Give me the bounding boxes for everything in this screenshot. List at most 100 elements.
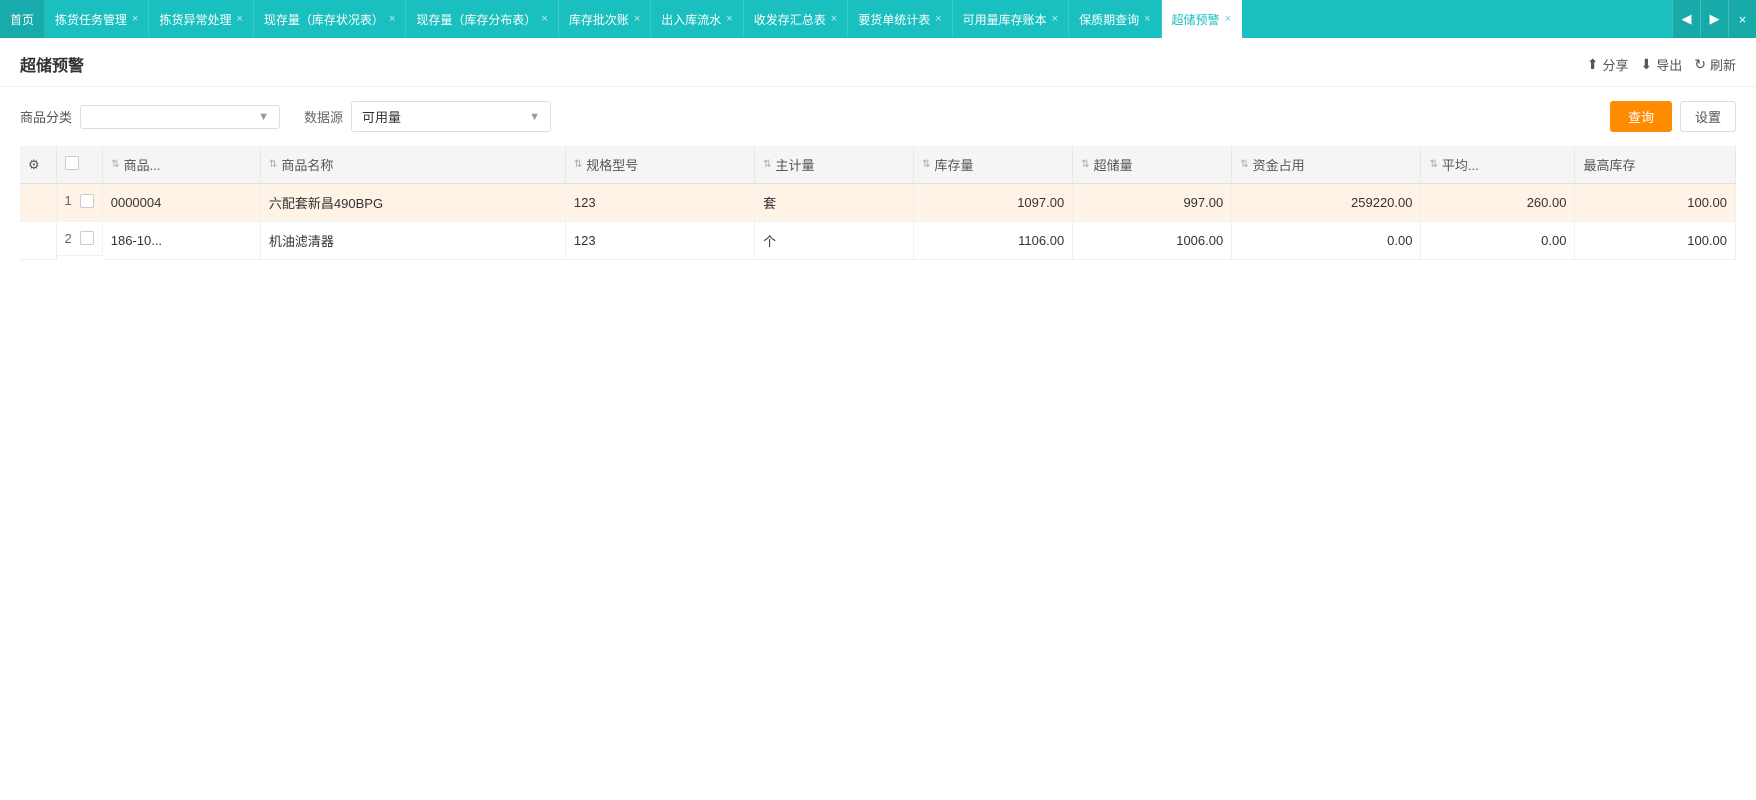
th-avg[interactable]: ⇅ 平均... (1421, 146, 1575, 184)
header-checkbox[interactable] (65, 156, 79, 170)
th-checkbox[interactable] (56, 146, 103, 184)
nav-item-label-available-account: 可用量库存账本 (963, 11, 1047, 28)
nav-arrows: ◀ ▶ × (1672, 0, 1756, 38)
nav-item-close-overstock-warning[interactable]: × (1225, 13, 1231, 25)
header-actions: ⬆ 分享 ⬇ 导出 ↻ 刷新 (1587, 55, 1736, 74)
nav-item-label-order-stats: 要货单统计表 (858, 11, 930, 28)
sort-icon-unit: ⇅ (763, 159, 771, 170)
th-overstock-label: 超储量 (1094, 155, 1133, 174)
th-spec[interactable]: ⇅ 规格型号 (565, 146, 754, 184)
th-unit-label: 主计量 (776, 155, 815, 174)
refresh-button[interactable]: ↻ 刷新 (1694, 55, 1736, 74)
nav-item-inventory-status[interactable]: 现存量（库存状况表） × (254, 0, 406, 38)
nav-item-in-out-flow[interactable]: 出入库流水 × (651, 0, 743, 38)
td-capital: 0.00 (1232, 222, 1421, 260)
row-action-cell (20, 222, 56, 260)
nav-item-batch-account[interactable]: 库存批次账 × (559, 0, 651, 38)
td-max-stock: 100.00 (1575, 184, 1736, 222)
th-stock-label: 库存量 (935, 155, 974, 174)
td-stock: 1097.00 (914, 184, 1073, 222)
th-spec-label: 规格型号 (586, 155, 638, 174)
th-capital-label: 资金占用 (1253, 155, 1305, 174)
settings-button[interactable]: 设置 (1680, 101, 1736, 132)
td-product-code: 186-10... (103, 222, 261, 260)
row-num-cell-1: 2 (57, 222, 103, 256)
nav-prev-button[interactable]: ◀ (1672, 0, 1700, 38)
th-avg-label: 平均... (1442, 155, 1479, 174)
th-product-code[interactable]: ⇅ 商品... (103, 146, 261, 184)
th-overstock[interactable]: ⇅ 超储量 (1073, 146, 1232, 184)
export-label: 导出 (1656, 55, 1682, 74)
nav-item-inventory-dist[interactable]: 现存量（库存分布表） × (406, 0, 558, 38)
row-number: 1 (65, 193, 72, 208)
page-header: 超储预警 ⬆ 分享 ⬇ 导出 ↻ 刷新 (0, 38, 1756, 87)
td-product-code: 0000004 (103, 184, 261, 222)
refresh-label: 刷新 (1710, 55, 1736, 74)
query-button[interactable]: 查询 (1610, 101, 1672, 132)
row-number: 2 (65, 231, 72, 246)
share-label: 分享 (1602, 55, 1628, 74)
filter-actions: 查询 设置 (1610, 101, 1736, 132)
nav-item-order-stats[interactable]: 要货单统计表 × (848, 0, 952, 38)
category-select[interactable]: ▼ (80, 105, 280, 129)
share-button[interactable]: ⬆ 分享 (1587, 55, 1629, 74)
nav-item-label-batch-account: 库存批次账 (569, 11, 629, 28)
nav-item-close-inventory-dist[interactable]: × (541, 13, 547, 25)
nav-item-label-in-out-flow: 出入库流水 (661, 11, 721, 28)
nav-item-exception[interactable]: 拣货异常处理 × (149, 0, 253, 38)
filter-area: 商品分类 ▼ 数据源 可用量 ▼ 查询 设置 (0, 87, 1756, 146)
td-unit: 套 (755, 184, 914, 222)
nav-item-close-receive-summary[interactable]: × (831, 13, 837, 25)
sort-icon-avg: ⇅ (1429, 159, 1437, 170)
nav-item-overstock-warning[interactable]: 超储预警 × (1162, 0, 1242, 38)
td-avg: 0.00 (1421, 222, 1575, 260)
nav-item-label-receive-summary: 收发存汇总表 (754, 11, 826, 28)
row-checkbox[interactable] (80, 194, 94, 208)
category-chevron-icon: ▼ (258, 111, 269, 123)
nav-item-label-inventory-status: 现存量（库存状况表） (264, 11, 384, 28)
th-max-stock: 最高库存 (1575, 146, 1736, 184)
nav-item-receive-summary[interactable]: 收发存汇总表 × (744, 0, 848, 38)
page-title: 超储预警 (20, 52, 84, 76)
nav-close-tab-button[interactable]: × (1728, 0, 1756, 38)
nav-item-quality-check[interactable]: 保质期查询 × (1069, 0, 1161, 38)
th-gear[interactable]: ⚙ (20, 146, 56, 184)
row-checkbox[interactable] (80, 231, 94, 245)
nav-item-close-in-out-flow[interactable]: × (726, 13, 732, 25)
datasource-select[interactable]: 可用量 ▼ (351, 101, 551, 132)
nav-item-available-account[interactable]: 可用量库存账本 × (953, 0, 1069, 38)
table-container: ⚙ ⇅ 商品... ⇅ 商品名称 (0, 146, 1756, 260)
td-product-name: 机油滤清器 (260, 222, 565, 260)
table-row: 2186-10...机油滤清器123个1106.001006.000.000.0… (20, 222, 1736, 260)
td-overstock: 1006.00 (1073, 222, 1232, 260)
nav-item-close-available-account[interactable]: × (1052, 13, 1058, 25)
td-overstock: 997.00 (1073, 184, 1232, 222)
nav-item-close-order-stats[interactable]: × (935, 13, 941, 25)
nav-item-close-inventory-status[interactable]: × (389, 13, 395, 25)
th-unit[interactable]: ⇅ 主计量 (755, 146, 914, 184)
category-label: 商品分类 (20, 107, 72, 126)
sort-icon-stock: ⇅ (922, 159, 930, 170)
nav-item-close-task-mgmt[interactable]: × (132, 13, 138, 25)
nav-next-button[interactable]: ▶ (1700, 0, 1728, 38)
td-unit: 个 (755, 222, 914, 260)
export-button[interactable]: ⬇ 导出 (1641, 55, 1683, 74)
refresh-icon: ↻ (1694, 56, 1706, 73)
gear-icon: ⚙ (28, 157, 40, 172)
nav-item-task-mgmt[interactable]: 拣货任务管理 × (45, 0, 149, 38)
table-row: 10000004六配套新昌490BPG123套1097.00997.002592… (20, 184, 1736, 222)
th-capital[interactable]: ⇅ 资金占用 (1232, 146, 1421, 184)
category-filter: 商品分类 ▼ (20, 105, 280, 129)
nav-item-close-quality-check[interactable]: × (1144, 13, 1150, 25)
nav-item-close-exception[interactable]: × (236, 13, 242, 25)
th-product-name[interactable]: ⇅ 商品名称 (260, 146, 565, 184)
th-product-code-label: 商品... (124, 155, 161, 174)
nav-item-close-batch-account[interactable]: × (634, 13, 640, 25)
datasource-select-value: 可用量 (362, 107, 401, 126)
row-action-cell (20, 184, 56, 222)
th-stock[interactable]: ⇅ 库存量 (914, 146, 1073, 184)
sort-icon-code: ⇅ (111, 159, 119, 170)
nav-item-home[interactable]: 首页 (0, 0, 45, 38)
sort-icon-name: ⇅ (269, 159, 277, 170)
export-icon: ⬇ (1641, 56, 1653, 73)
